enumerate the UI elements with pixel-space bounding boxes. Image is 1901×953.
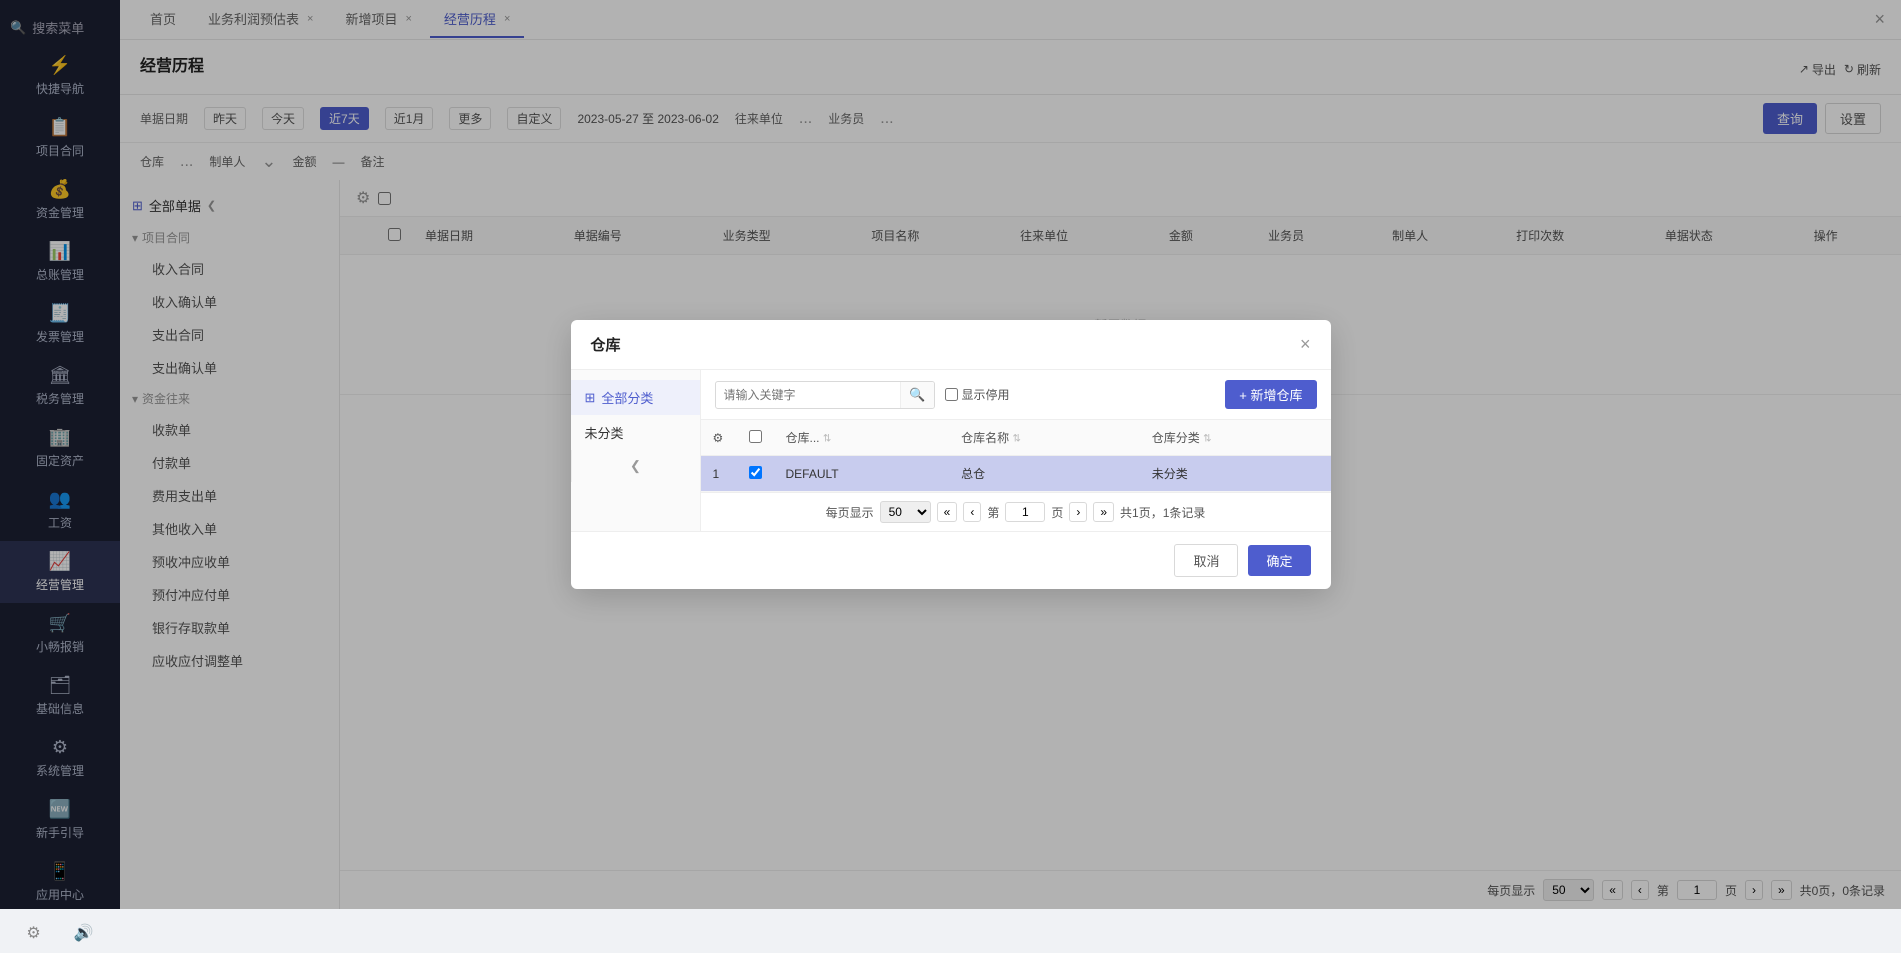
modal-settings-icon[interactable]: ⚙: [713, 431, 724, 445]
modal-footer: 取消 确定: [571, 531, 1331, 589]
modal-td-category: 未分类: [1140, 456, 1331, 492]
modal-toolbar: 🔍 显示停用 + 新增仓库: [701, 370, 1331, 420]
sort-icon-name: ⇅: [1012, 433, 1020, 444]
modal-cancel-btn[interactable]: 取消: [1174, 544, 1238, 577]
show-disabled-checkbox-label[interactable]: 显示停用: [945, 386, 1010, 403]
modal-search-box: 🔍: [715, 381, 935, 409]
modal-total-info: 共1页，1条记录: [1120, 504, 1205, 521]
sort-icon-category: ⇅: [1203, 433, 1211, 444]
modal-th-category: 仓库分类 ⇅: [1140, 420, 1331, 456]
show-disabled-label: 显示停用: [962, 386, 1010, 403]
modal-page-suffix: 页: [1051, 504, 1063, 521]
modal-prev-btn[interactable]: ‹: [963, 502, 981, 522]
modal-th-code: 仓库... ⇅: [774, 420, 950, 456]
warehouse-row[interactable]: 1 DEFAULT 总仓 未分类: [701, 456, 1331, 492]
sidebar-bottom: ⚙ 🔊: [0, 913, 120, 953]
modal-td-checkbox: [737, 456, 774, 492]
modal-th-checkbox: [737, 420, 774, 456]
modal-warehouse-table: ⚙ 仓库... ⇅ 仓库名称: [701, 420, 1331, 492]
modal-left-collapse-btn[interactable]: ❮: [571, 450, 700, 482]
modal-search-icon[interactable]: 🔍: [900, 382, 933, 408]
modal-td-name: 总仓: [949, 456, 1140, 492]
modal-right-panel: 🔍 显示停用 + 新增仓库 ⚙: [701, 370, 1331, 531]
modal-table-wrap: ⚙ 仓库... ⇅ 仓库名称: [701, 420, 1331, 492]
modal-td-code: DEFAULT: [774, 456, 950, 492]
modal-close-btn[interactable]: ×: [1300, 334, 1311, 355]
modal-body: ⊞ 全部分类 未分类 ❮ 🔍 显示停用: [571, 370, 1331, 531]
modal-last-btn[interactable]: »: [1093, 502, 1114, 522]
category-grid-icon: ⊞: [585, 390, 596, 406]
modal-next-btn[interactable]: ›: [1069, 502, 1087, 522]
category-unclassified[interactable]: 未分类: [571, 415, 700, 450]
modal-page-input[interactable]: [1005, 502, 1045, 522]
modal-pagination: 每页显示 50 10 20 100 « ‹ 第 页 › » 共1页，1条记录: [701, 492, 1331, 531]
add-warehouse-btn[interactable]: + 新增仓库: [1225, 380, 1316, 409]
modal-search-input[interactable]: [716, 383, 901, 407]
sidebar-settings-icon[interactable]: ⚙: [26, 923, 40, 943]
modal-select-all-checkbox[interactable]: [749, 430, 762, 443]
modal-category-panel: ⊞ 全部分类 未分类 ❮: [571, 370, 701, 531]
modal-th-name: 仓库名称 ⇅: [949, 420, 1140, 456]
category-all[interactable]: ⊞ 全部分类: [571, 380, 700, 415]
modal-per-page-select[interactable]: 50 10 20 100: [880, 501, 931, 523]
warehouse-modal: 仓库 × ⊞ 全部分类 未分类 ❮: [571, 320, 1331, 589]
modal-th-settings: ⚙: [701, 420, 737, 456]
category-unclassified-label: 未分类: [585, 423, 624, 442]
sort-icon-code: ⇅: [823, 433, 831, 444]
modal-header: 仓库 ×: [571, 320, 1331, 370]
show-disabled-checkbox[interactable]: [945, 388, 958, 401]
modal-confirm-btn[interactable]: 确定: [1248, 545, 1310, 576]
modal-per-page-label: 每页显示: [826, 504, 874, 521]
modal-first-btn[interactable]: «: [937, 502, 958, 522]
modal-td-index: 1: [701, 456, 737, 492]
modal-page-label: 第: [987, 504, 999, 521]
modal-overlay: 仓库 × ⊞ 全部分类 未分类 ❮: [0, 0, 1901, 909]
modal-title: 仓库: [591, 334, 621, 355]
category-all-label: 全部分类: [601, 388, 653, 407]
sidebar-sound-icon[interactable]: 🔊: [74, 923, 94, 943]
row-select-checkbox[interactable]: [749, 466, 762, 479]
